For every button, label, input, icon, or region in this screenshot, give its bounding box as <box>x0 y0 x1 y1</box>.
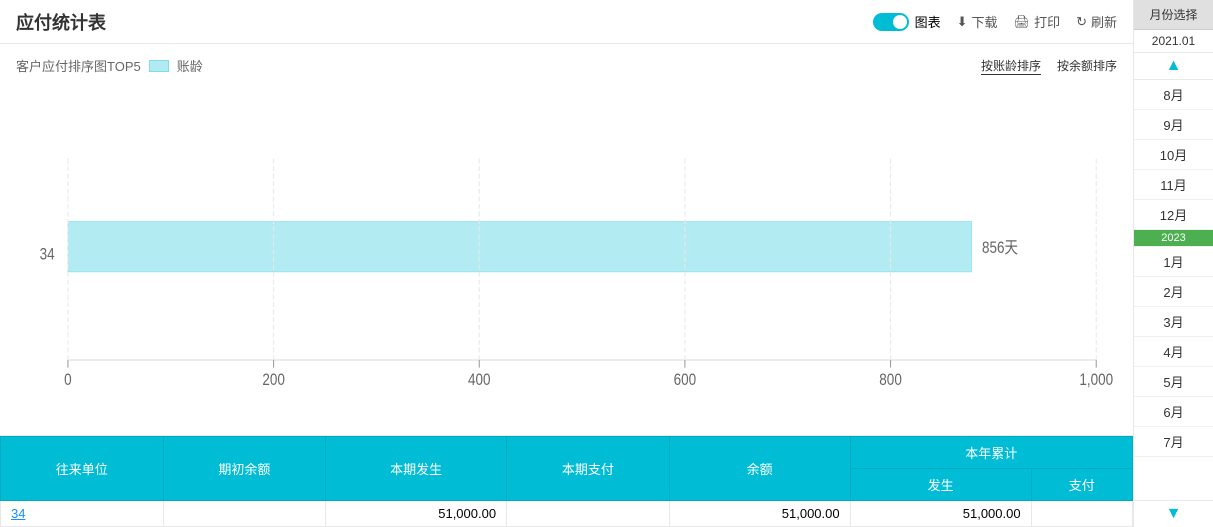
col-header-ytd-occur: 发生 <box>850 469 1031 501</box>
bar-chart: 34 856天 <box>16 83 1117 423</box>
sidebar-item-month-12[interactable]: 12月 <box>1134 200 1213 230</box>
sidebar-item-month-3[interactable]: 3月 <box>1134 307 1213 337</box>
legend-box-label: 账龄 <box>177 56 203 75</box>
col-header-current-occur: 本期发生 <box>326 437 507 501</box>
unit-link[interactable]: 34 <box>11 506 25 521</box>
legend-box <box>149 60 169 72</box>
scroll-up-button[interactable]: ▲ <box>1134 53 1213 80</box>
col-header-opening: 期初余额 <box>163 437 326 501</box>
table-container: 往来单位 期初余额 本期发生 本期支付 余额 本年累计 发生 支付 34 51,… <box>0 435 1133 527</box>
svg-text:800: 800 <box>879 371 902 390</box>
svg-text:1,000: 1,000 <box>1079 371 1113 390</box>
cell-current-pay <box>507 501 670 527</box>
print-icon: 🖨 <box>1014 14 1031 30</box>
col-header-ytd-pay: 支付 <box>1031 469 1132 501</box>
svg-text:200: 200 <box>262 371 285 390</box>
download-icon: ⬇ <box>957 14 968 30</box>
chart-legend: 客户应付排序图TOP5 账龄 <box>16 56 203 75</box>
sidebar-item-month-11[interactable]: 11月 <box>1134 170 1213 200</box>
chart-sort-buttons: 按账龄排序 按余额排序 <box>981 57 1117 75</box>
cell-opening <box>163 501 326 527</box>
legend-text: 客户应付排序图TOP5 <box>16 56 141 75</box>
col-header-unit: 往来单位 <box>1 437 164 501</box>
month-list: 8月 9月 10月 11月 12月 2023 1月 2月 3月 4月 5月 6月… <box>1134 80 1213 500</box>
sort-by-amount-button[interactable]: 按账龄排序 <box>981 57 1041 75</box>
year-badge: 2023 <box>1134 230 1213 247</box>
sidebar-item-month-8[interactable]: 8月 <box>1134 80 1213 110</box>
chart-svg: 34 856天 <box>16 83 1117 423</box>
chart-header: 客户应付排序图TOP5 账龄 按账龄排序 按余额排序 <box>16 56 1117 75</box>
svg-text:600: 600 <box>674 371 697 390</box>
sidebar-item-month-6[interactable]: 6月 <box>1134 397 1213 427</box>
chevron-up-icon: ▲ <box>1166 57 1182 75</box>
table-row: 34 51,000.00 51,000.00 51,000.00 <box>1 501 1133 527</box>
refresh-button[interactable]: ↻ 刷新 <box>1076 12 1117 31</box>
chart-toggle[interactable] <box>873 13 909 31</box>
chevron-down-icon: ▼ <box>1166 505 1182 523</box>
header: 应付统计表 图表 ⬇ 下载 🖨 打印 ↻ 刷新 <box>0 0 1133 44</box>
cell-current-occur: 51,000.00 <box>326 501 507 527</box>
svg-text:0: 0 <box>64 371 72 390</box>
cell-balance: 51,000.00 <box>669 501 850 527</box>
data-table: 往来单位 期初余额 本期发生 本期支付 余额 本年累计 发生 支付 34 51,… <box>0 436 1133 527</box>
chart-toggle-wrap: 图表 <box>873 12 941 31</box>
sidebar-year-label: 2021.01 <box>1134 30 1213 53</box>
sidebar-item-month-2[interactable]: 2月 <box>1134 277 1213 307</box>
page-title: 应付统计表 <box>16 9 106 35</box>
cell-ytd-occur: 51,000.00 <box>850 501 1031 527</box>
svg-text:400: 400 <box>468 371 491 390</box>
sort-by-balance-button[interactable]: 按余额排序 <box>1057 57 1117 75</box>
sidebar-item-month-7[interactable]: 7月 <box>1134 427 1213 457</box>
print-button[interactable]: 🖨 打印 <box>1014 12 1061 31</box>
cell-unit: 34 <box>1 501 164 527</box>
chart-main: 客户应付排序图TOP5 账龄 按账龄排序 按余额排序 34 <box>0 44 1133 435</box>
scroll-down-button[interactable]: ▼ <box>1134 500 1213 527</box>
svg-text:34: 34 <box>40 245 55 264</box>
toggle-label: 图表 <box>915 12 941 31</box>
refresh-icon: ↻ <box>1076 14 1087 30</box>
svg-text:856天: 856天 <box>982 239 1018 258</box>
col-header-ytd: 本年累计 <box>850 437 1132 469</box>
cell-ytd-pay <box>1031 501 1132 527</box>
sidebar-item-month-9[interactable]: 9月 <box>1134 110 1213 140</box>
sidebar-header: 月份选择 <box>1134 0 1213 30</box>
col-header-current-pay: 本期支付 <box>507 437 670 501</box>
header-actions: 图表 ⬇ 下载 🖨 打印 ↻ 刷新 <box>873 12 1117 31</box>
col-header-balance: 余额 <box>669 437 850 501</box>
chart-container: 客户应付排序图TOP5 账龄 按账龄排序 按余额排序 34 <box>0 44 1133 435</box>
sidebar-item-month-1[interactable]: 1月 <box>1134 247 1213 277</box>
sidebar-item-month-4[interactable]: 4月 <box>1134 337 1213 367</box>
sidebar-item-month-5[interactable]: 5月 <box>1134 367 1213 397</box>
download-button[interactable]: ⬇ 下载 <box>957 12 998 31</box>
sidebar-item-month-10[interactable]: 10月 <box>1134 140 1213 170</box>
sidebar: 月份选择 2021.01 ▲ 8月 9月 10月 11月 12月 2023 1月… <box>1133 0 1213 527</box>
